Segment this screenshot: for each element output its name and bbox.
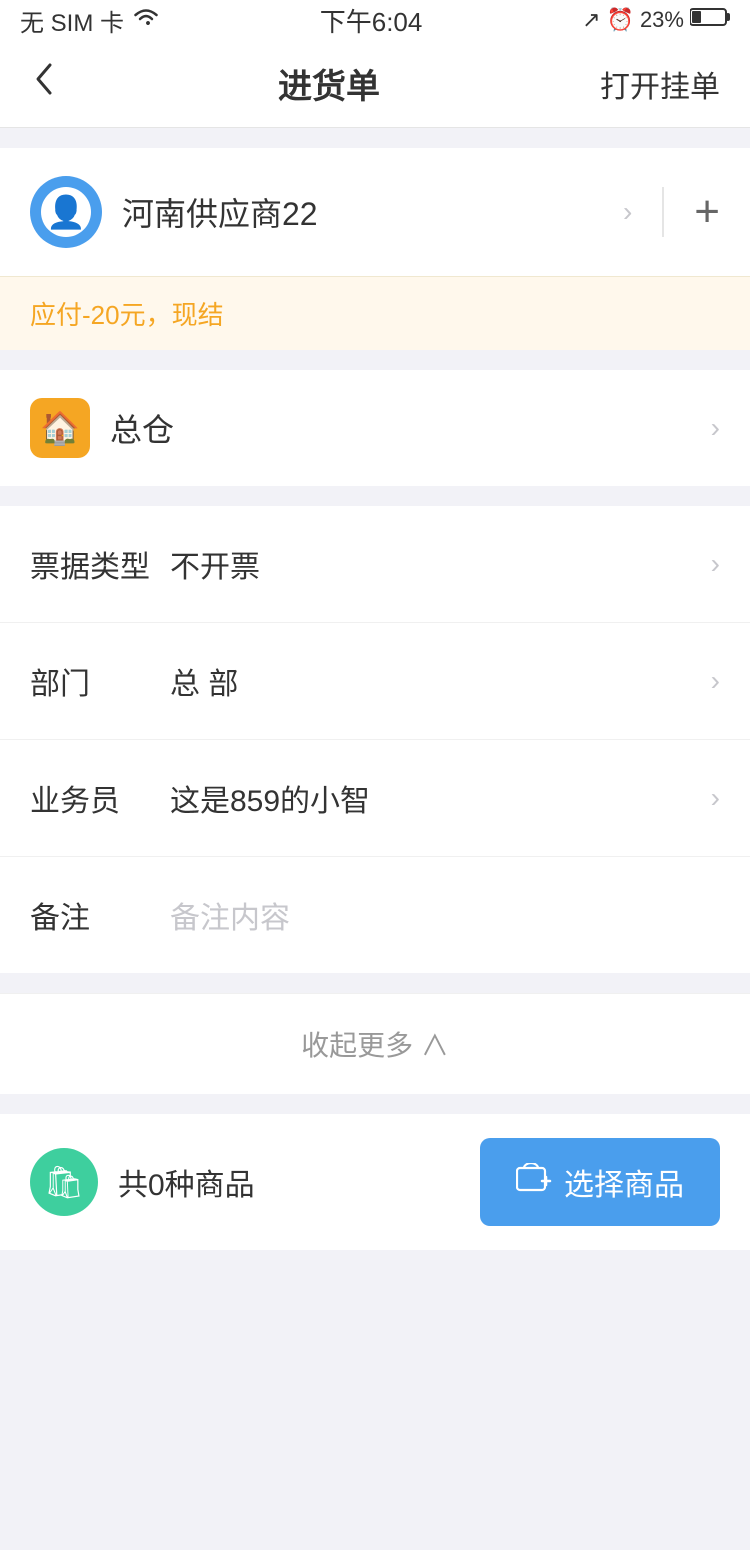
supplier-name: 河南供应商22 — [122, 189, 623, 235]
warehouse-name: 总仓 — [110, 405, 711, 451]
salesperson-label: 业务员 — [30, 776, 170, 820]
page-title: 进货单 — [278, 59, 380, 108]
status-left: 无 SIM 卡 — [20, 3, 160, 38]
warehouse-icon: 🏠 — [30, 398, 90, 458]
alarm-icon: ⏰ — [607, 7, 634, 33]
divider — [662, 187, 664, 237]
location-icon: ↗ — [582, 7, 600, 33]
user-icon: 👤 — [46, 193, 86, 231]
collapse-label: 收起更多 ∧ — [301, 1024, 449, 1064]
form-section: 票据类型 不开票 › 部门 总 部 › 业务员 这是859的小智 › 备注 备注… — [0, 506, 750, 973]
invoice-type-label: 票据类型 — [30, 542, 170, 586]
salesperson-row[interactable]: 业务员 这是859的小智 › — [0, 740, 750, 857]
add-button[interactable]: + — [694, 187, 720, 237]
notice-bar: 应付-20元，现结 — [0, 276, 750, 350]
invoice-type-value: 不开票 — [170, 542, 701, 586]
nav-bar: 进货单 打开挂单 — [0, 40, 750, 128]
status-right: ↗ ⏰ 23% — [582, 7, 730, 33]
notice-text: 应付-20元，现结 — [30, 300, 224, 330]
supplier-row[interactable]: 👤 河南供应商22 › + — [0, 148, 750, 276]
warehouse-chevron-icon: › — [711, 412, 720, 444]
battery-text: 23% — [640, 7, 684, 33]
select-product-icon — [516, 1163, 552, 1201]
select-product-button[interactable]: 选择商品 — [480, 1138, 720, 1226]
salesperson-chevron-icon: › — [711, 782, 720, 814]
cart-icon: 🛍 — [44, 1163, 85, 1201]
remark-row[interactable]: 备注 备注内容 — [0, 857, 750, 973]
collapse-row[interactable]: 收起更多 ∧ — [0, 993, 750, 1094]
page-background — [0, 1250, 750, 1550]
wifi-icon — [132, 6, 160, 34]
supplier-section: 👤 河南供应商22 › + 应付-20元，现结 — [0, 148, 750, 350]
product-count: 共0种商品 — [118, 1160, 460, 1204]
invoice-chevron-icon: › — [711, 548, 720, 580]
remark-label: 备注 — [30, 893, 170, 937]
department-label: 部门 — [30, 659, 170, 703]
back-button[interactable] — [30, 57, 58, 110]
battery-icon — [690, 7, 730, 33]
warehouse-row[interactable]: 🏠 总仓 › — [0, 370, 750, 486]
bottom-bar: 🛍 共0种商品 选择商品 — [0, 1114, 750, 1250]
department-chevron-icon: › — [711, 665, 720, 697]
remark-placeholder: 备注内容 — [170, 893, 720, 937]
salesperson-value: 这是859的小智 — [170, 776, 701, 820]
invoice-type-row[interactable]: 票据类型 不开票 › — [0, 506, 750, 623]
department-value: 总 部 — [170, 659, 701, 703]
status-bar: 无 SIM 卡 下午6:04 ↗ ⏰ 23% — [0, 0, 750, 40]
supplier-avatar: 👤 — [30, 176, 102, 248]
product-icon: 🛍 — [30, 1148, 98, 1216]
signal-icon: 无 SIM 卡 — [20, 3, 124, 38]
open-pending-button[interactable]: 打开挂单 — [600, 62, 720, 106]
department-row[interactable]: 部门 总 部 › — [0, 623, 750, 740]
select-product-label: 选择商品 — [564, 1160, 684, 1204]
status-time: 下午6:04 — [320, 2, 423, 39]
home-icon: 🏠 — [40, 409, 80, 447]
supplier-chevron-icon: › — [623, 196, 632, 228]
gap-1 — [0, 128, 750, 148]
